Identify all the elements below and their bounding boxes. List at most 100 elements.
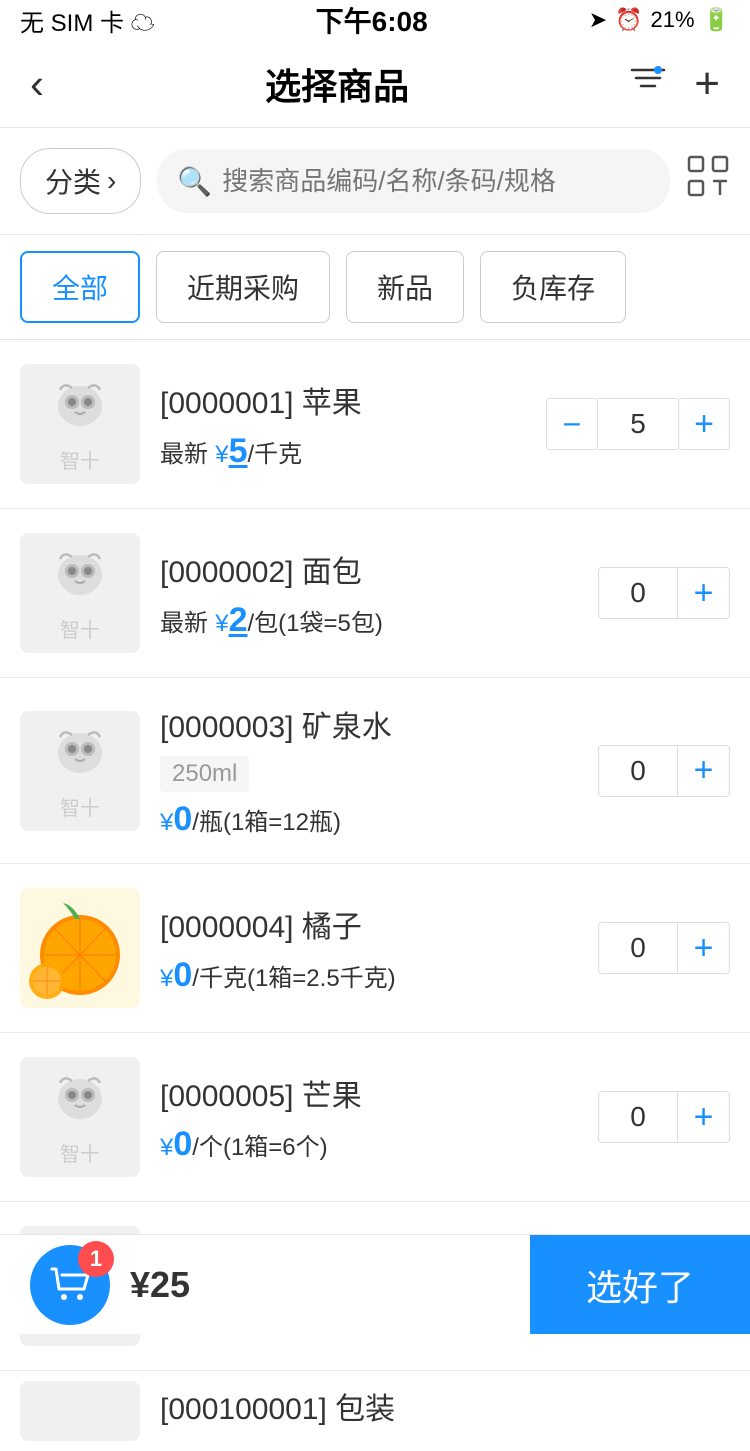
cart-badge: 1: [78, 1241, 114, 1277]
product-image-0000002: 智十: [20, 533, 140, 653]
status-left: 无 SIM 卡 ☁: [20, 3, 155, 38]
nav-actions: +: [630, 59, 720, 109]
tab-negative[interactable]: 负库存: [480, 251, 626, 323]
quantity-input[interactable]: [598, 1091, 678, 1143]
product-name: [0000004] 橘子: [160, 902, 578, 946]
product-item: 智十 [0000005] 芒果 ¥0/个(1箱=6个) +: [0, 1033, 750, 1202]
back-button[interactable]: ‹: [30, 60, 44, 108]
tab-row: 全部 近期采购 新品 负库存: [0, 235, 750, 340]
product-info-partial: [000100001] 包装: [160, 1384, 730, 1438]
category-label: 分类: [45, 161, 101, 201]
price-label: 最新: [160, 441, 208, 468]
product-price: ¥0/个(1箱=6个): [160, 1125, 578, 1164]
yuan-symbol: ¥: [215, 441, 228, 468]
product-name: [000100001] 包装: [160, 1384, 730, 1428]
product-info-0000005: [0000005] 芒果 ¥0/个(1箱=6个): [160, 1071, 578, 1164]
sim-status: 无 SIM 卡 ☁: [20, 3, 155, 38]
product-image-0000005: 智十: [20, 1057, 140, 1177]
increment-button[interactable]: +: [678, 1091, 730, 1143]
quantity-control-0000004: +: [598, 922, 730, 974]
price-unit: /包(1袋=5包): [248, 610, 383, 637]
owl-icon: [50, 1067, 110, 1134]
status-right: ➤ ⏰ 21% 🔋: [589, 7, 730, 33]
product-spec: 250ml: [160, 756, 249, 792]
owl-icon: [50, 721, 110, 788]
status-bar: 无 SIM 卡 ☁ 下午6:08 ➤ ⏰ 21% 🔋: [0, 0, 750, 40]
cart-area: 1 ¥25: [0, 1245, 530, 1325]
product-image-partial: [20, 1381, 140, 1441]
product-info-0000002: [0000002] 面包 最新 ¥2/包(1袋=5包): [160, 547, 578, 640]
owl-brand-text: 智十: [60, 614, 100, 643]
product-price: 最新 ¥2/包(1袋=5包): [160, 601, 578, 640]
price-value: 0: [173, 956, 192, 994]
tab-new[interactable]: 新品: [346, 251, 464, 323]
decrement-button[interactable]: −: [546, 398, 598, 450]
quantity-control-0000003: +: [598, 745, 730, 797]
product-info-0000001: [0000001] 苹果 最新 ¥5/千克: [160, 378, 526, 471]
price-value: 0: [173, 1125, 192, 1163]
product-name: [0000005] 芒果: [160, 1071, 578, 1115]
scan-icon[interactable]: [686, 154, 730, 208]
product-name: [0000001] 苹果: [160, 378, 526, 422]
filter-icon[interactable]: [630, 63, 666, 105]
product-image-0000004: [20, 888, 140, 1008]
price-label: 最新: [160, 610, 208, 637]
category-button[interactable]: 分类 ›: [20, 148, 141, 214]
quantity-input[interactable]: [598, 398, 678, 450]
product-price: 最新 ¥5/千克: [160, 432, 526, 471]
add-button[interactable]: +: [694, 59, 720, 109]
battery-level: 21%: [651, 7, 695, 33]
price-unit: /个(1箱=6个): [192, 1134, 327, 1161]
search-icon: 🔍: [177, 165, 212, 198]
category-chevron-icon: ›: [107, 165, 116, 197]
product-item-partial: [000100001] 包装: [0, 1371, 750, 1451]
price-value: 0: [173, 800, 192, 838]
product-price: ¥0/千克(1箱=2.5千克): [160, 956, 578, 995]
product-name: [0000003] 矿泉水: [160, 702, 578, 746]
location-icon: ➤: [589, 7, 607, 33]
quantity-control-0000005: +: [598, 1091, 730, 1143]
nav-bar: ‹ 选择商品 +: [0, 40, 750, 128]
alarm-icon: ⏰: [615, 7, 642, 33]
increment-button[interactable]: +: [678, 745, 730, 797]
owl-brand-text: 智十: [60, 792, 100, 821]
owl-brand-text: 智十: [60, 1138, 100, 1167]
product-item: 智十 [0000003] 矿泉水 250ml ¥0/瓶(1箱=12瓶) +: [0, 678, 750, 864]
product-name: [0000002] 面包: [160, 547, 578, 591]
confirm-button[interactable]: 选好了: [530, 1235, 750, 1334]
increment-button[interactable]: +: [678, 398, 730, 450]
product-image-0000003: 智十: [20, 711, 140, 831]
owl-icon: [50, 543, 110, 610]
product-item: 智十 [0000001] 苹果 最新 ¥5/千克 − +: [0, 340, 750, 509]
status-time: 下午6:08: [316, 0, 428, 40]
increment-button[interactable]: +: [678, 567, 730, 619]
cart-total: ¥25: [130, 1264, 190, 1306]
product-item: 智十 [0000002] 面包 最新 ¥2/包(1袋=5包) +: [0, 509, 750, 678]
price-unit: /千克: [248, 441, 303, 468]
quantity-input[interactable]: [598, 567, 678, 619]
page-title: 选择商品: [265, 58, 409, 110]
tab-recent[interactable]: 近期采购: [156, 251, 330, 323]
tab-all[interactable]: 全部: [20, 251, 140, 323]
price-unit: /瓶(1箱=12瓶): [192, 809, 341, 836]
search-bar: 🔍: [157, 149, 670, 213]
search-input[interactable]: [222, 166, 650, 197]
increment-button[interactable]: +: [678, 922, 730, 974]
bottom-bar: 1 ¥25 选好了: [0, 1234, 750, 1334]
owl-brand-text: 智十: [60, 445, 100, 474]
price-unit: /千克(1箱=2.5千克): [192, 965, 395, 992]
quantity-control-0000001: − +: [546, 398, 730, 450]
price-value: 5: [229, 432, 248, 470]
product-price: ¥0/瓶(1箱=12瓶): [160, 800, 578, 839]
product-item: [0000004] 橘子 ¥0/千克(1箱=2.5千克) +: [0, 864, 750, 1033]
filter-row: 分类 › 🔍: [0, 128, 750, 235]
cart-icon-button[interactable]: 1: [30, 1245, 110, 1325]
battery-icon: 🔋: [703, 7, 730, 33]
product-info-0000004: [0000004] 橘子 ¥0/千克(1箱=2.5千克): [160, 902, 578, 995]
quantity-control-0000002: +: [598, 567, 730, 619]
price-value: 2: [229, 601, 248, 639]
product-info-0000003: [0000003] 矿泉水 250ml ¥0/瓶(1箱=12瓶): [160, 702, 578, 839]
owl-icon: [50, 374, 110, 441]
quantity-input[interactable]: [598, 745, 678, 797]
quantity-input[interactable]: [598, 922, 678, 974]
